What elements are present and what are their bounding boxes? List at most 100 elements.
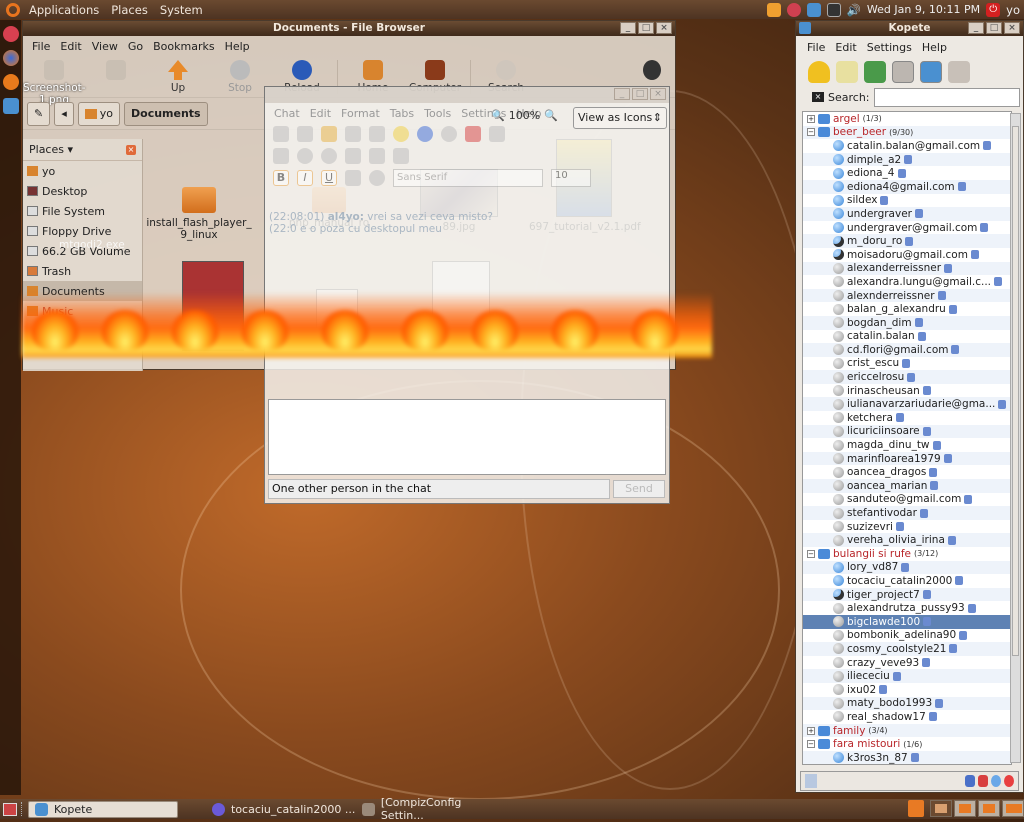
places-dropdown[interactable]: Places ▾	[29, 143, 73, 156]
configure-icon[interactable]	[948, 61, 970, 83]
contact-item[interactable]: bombonik_adelina90	[803, 629, 1011, 643]
collapse-icon[interactable]: −	[807, 128, 815, 137]
toggle-location-button[interactable]: ✎	[27, 101, 51, 126]
menu-tools[interactable]: Tools	[419, 107, 456, 120]
volume-icon[interactable]: 🔊	[847, 3, 861, 17]
contact-item[interactable]: oancea_dragos	[803, 465, 1011, 479]
menu-edit[interactable]: Edit	[55, 40, 86, 53]
pencil-icon[interactable]	[465, 126, 481, 142]
contact-item[interactable]: undergraver@gmail.com	[803, 221, 1011, 235]
picture-icon[interactable]	[273, 148, 289, 164]
close-sidebar-icon[interactable]: ×	[126, 144, 136, 155]
menu-edit[interactable]: Edit	[830, 41, 861, 54]
back-button[interactable]: Screenshot-1.png	[23, 60, 86, 106]
power-icon[interactable]: ⏻	[986, 2, 1001, 17]
contact-item[interactable]: magda_dinu_tw	[803, 438, 1011, 452]
background-color-icon[interactable]	[369, 170, 385, 186]
show-empty-groups-icon[interactable]	[920, 61, 942, 83]
contact-item[interactable]: balan_g_alexandru	[803, 302, 1011, 316]
contact-item[interactable]: real_shadow17	[803, 710, 1011, 724]
taskbar-item-chat[interactable]: tocaciu_catalin2000 ...	[206, 801, 356, 818]
workspace-2[interactable]	[954, 800, 976, 817]
expand-icon[interactable]: +	[807, 726, 815, 735]
contact-item[interactable]: oancea_marian	[803, 479, 1011, 493]
menu-file[interactable]: File	[802, 41, 830, 54]
copy-icon[interactable]	[345, 126, 361, 142]
contact-item[interactable]: marinfloarea1979	[803, 451, 1011, 466]
menu-chat[interactable]: Chat	[269, 107, 305, 120]
font-size-select[interactable]: 10	[551, 169, 591, 187]
jabber-account-icon[interactable]	[991, 775, 1001, 787]
place-floppy-drive[interactable]: Floppy Drive	[23, 221, 142, 241]
ubuntu-logo-icon[interactable]	[6, 2, 20, 17]
set-status-icon[interactable]	[808, 61, 830, 83]
contact-item[interactable]: tiger_project7	[803, 587, 1011, 602]
contact-item[interactable]: ketchera	[803, 411, 1011, 425]
workspace-3[interactable]	[978, 800, 1000, 817]
show-offline-users-icon[interactable]	[892, 61, 914, 83]
contact-item[interactable]: irinascheusan	[803, 384, 1011, 398]
contact-group[interactable]: − fara mistouri (1/6)	[803, 737, 1011, 751]
clear-search-icon[interactable]: ×	[812, 92, 824, 102]
contact-item[interactable]: moisadoru@gmail.com	[803, 248, 1011, 262]
contact-item[interactable]: tocaciu_catalin2000	[803, 574, 1011, 588]
path-button-documents[interactable]: Documents	[124, 101, 208, 126]
yahoo-account-icon[interactable]	[965, 775, 975, 787]
close-button[interactable]: ×	[656, 22, 672, 34]
path-left-arrow[interactable]: ◂	[54, 101, 74, 126]
menu-tabs[interactable]: Tabs	[385, 107, 419, 120]
contact-item[interactable]: alexandra.lungu@gmail.c...	[803, 275, 1011, 289]
chat-message-input[interactable]	[268, 399, 666, 475]
contact-item[interactable]: crist_escu	[803, 357, 1011, 371]
menu-file[interactable]: File	[27, 40, 55, 53]
italic-button[interactable]: I	[297, 170, 313, 186]
smiley-icon[interactable]	[393, 126, 409, 142]
attach-icon[interactable]	[345, 148, 361, 164]
menu-settings[interactable]: Settings	[862, 41, 917, 54]
place-file-system[interactable]: File System	[23, 201, 142, 221]
contact-item[interactable]: ediona4@gmail.com	[803, 179, 1011, 194]
expand-icon[interactable]: +	[807, 114, 815, 123]
taskbar-item-compizconfig[interactable]: [CompizConfig Settin...	[356, 796, 506, 822]
zoom-out-icon[interactable]: 🔍	[491, 109, 505, 122]
kopete-titlebar[interactable]: Kopete _ □ ×	[796, 21, 1023, 36]
file-browser-titlebar[interactable]: Documents - File Browser _ □ ×	[23, 21, 675, 36]
menu-applications[interactable]: Applications	[23, 3, 105, 17]
network-tray-icon[interactable]	[806, 2, 821, 17]
display-tray-icon[interactable]	[826, 2, 841, 17]
menu-view[interactable]: View	[87, 40, 123, 53]
opera-launcher-icon[interactable]	[2, 26, 19, 42]
menu-places[interactable]: Places	[105, 3, 154, 17]
user-name[interactable]: yo	[1006, 3, 1020, 17]
contact-item[interactable]: iulianavarzariudarie@gma...	[803, 397, 1011, 412]
file-item[interactable]: install_flash_player_9_linux	[144, 187, 254, 241]
note-icon[interactable]	[369, 148, 385, 164]
stop-button[interactable]: Stop	[209, 60, 271, 94]
contact-item[interactable]: ediona_4	[803, 166, 1011, 180]
contact-item[interactable]: iliececiu	[803, 669, 1011, 683]
contact-item[interactable]: alexandrutza_pussy93	[803, 601, 1011, 615]
menu-help[interactable]: Help	[220, 40, 255, 53]
collapse-icon[interactable]: −	[807, 549, 815, 558]
forward-button[interactable]	[85, 60, 147, 82]
contact-item[interactable]: undergraver	[803, 207, 1011, 221]
save-icon[interactable]	[273, 126, 289, 142]
contact-group[interactable]: − bulangii si rufe (3/12)	[803, 547, 1011, 561]
contact-item[interactable]: bogdan_dim	[803, 315, 1011, 330]
scrollbar-thumb[interactable]	[1012, 126, 1019, 656]
minimize-button[interactable]: _	[614, 88, 630, 100]
yahoo-account-icon[interactable]	[978, 775, 988, 787]
contact-item[interactable]: sildex	[803, 194, 1011, 208]
contact-item[interactable]: sanduteo@gmail.com	[803, 493, 1011, 507]
menu-format[interactable]: Format	[336, 107, 385, 120]
add-contact-icon[interactable]	[864, 61, 886, 83]
contact-item[interactable]: lory_vd87	[803, 560, 1011, 575]
contact-search-input[interactable]	[873, 87, 1020, 107]
panel-handle[interactable]	[21, 802, 24, 816]
spellcheck-icon[interactable]	[489, 126, 505, 142]
add-contact-icon[interactable]	[321, 148, 337, 164]
lightbulb-icon[interactable]	[393, 148, 409, 164]
firefox-launcher-icon[interactable]	[2, 50, 19, 66]
close-button[interactable]: ×	[650, 88, 666, 100]
workspace-1[interactable]	[930, 800, 952, 817]
